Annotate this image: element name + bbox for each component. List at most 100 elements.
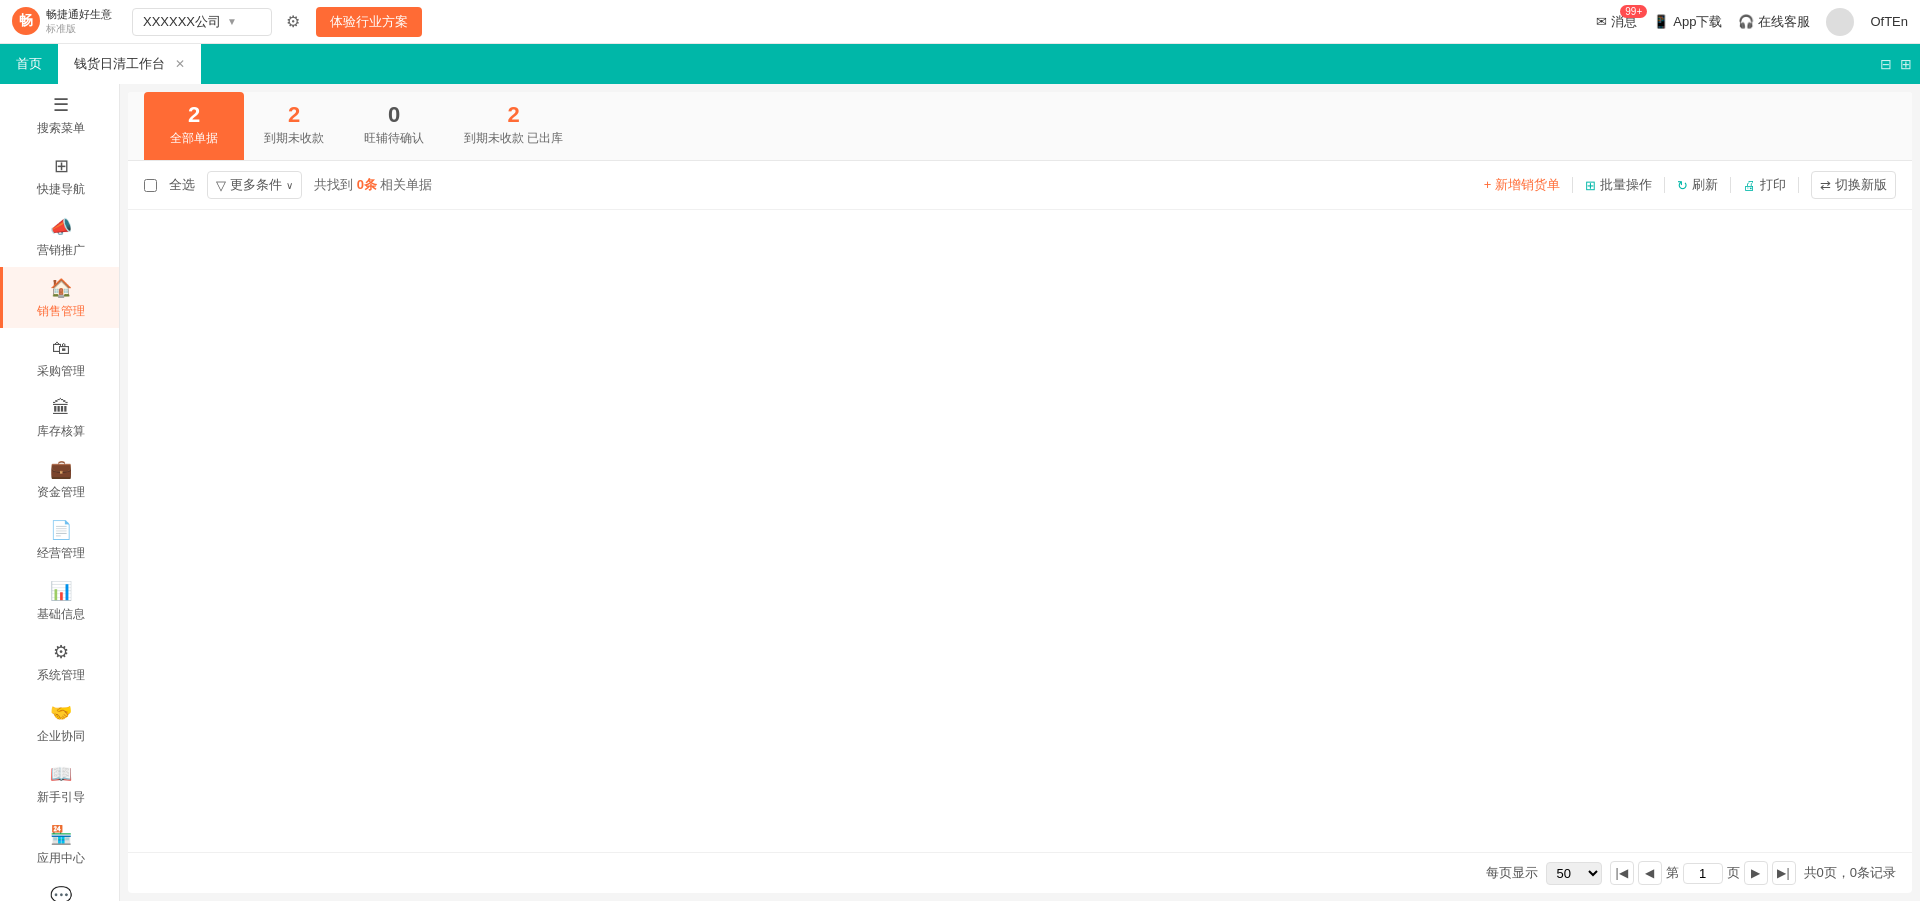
maximize-icon[interactable]: ⊞ (1900, 56, 1912, 72)
settings-button[interactable]: ⚙ (282, 8, 304, 35)
found-prefix: 共找到 (314, 177, 353, 192)
main-layout: ☰ 搜索菜单 ⊞ 快捷导航 📣 营销推广 🏠 销售管理 🛍 采购管理 🏛 库存核… (0, 84, 1920, 901)
refresh-icon: ↻ (1677, 178, 1688, 193)
phone-icon: 📱 (1653, 14, 1669, 29)
logo-area: 畅 畅捷通好生意 标准版 (12, 7, 132, 35)
select-all-checkbox[interactable] (144, 179, 157, 192)
sidebar-item-cooperation[interactable]: 🤝 企业协同 (0, 692, 119, 753)
basic-icon: 📊 (50, 580, 72, 602)
sidebar-item-finance[interactable]: 💼 资金管理 (0, 448, 119, 509)
filter-icon: ▽ (216, 178, 226, 193)
message-badge: 99+ (1620, 5, 1647, 18)
stat-pending-label: 旺辅待确认 (364, 130, 424, 147)
stat-tab-all[interactable]: 2 全部单据 (144, 92, 244, 160)
filter-btn[interactable]: ▽ 更多条件 ∨ (207, 171, 302, 199)
stat-tab-overdue[interactable]: 2 到期未收款 (244, 92, 344, 160)
sidebar-item-inventory[interactable]: 🏛 库存核算 (0, 388, 119, 448)
page-nav: |◀ ◀ 第 页 ▶ ▶| (1610, 861, 1796, 885)
stat-overdue-label: 到期未收款 (264, 130, 324, 147)
app-name: 畅捷通好生意 (46, 7, 112, 21)
first-page-btn[interactable]: |◀ (1610, 861, 1634, 885)
tab-home[interactable]: 首页 (0, 44, 58, 84)
sidebar-item-operation[interactable]: 📄 经营管理 (0, 509, 119, 570)
sidebar-item-basic[interactable]: 📊 基础信息 (0, 570, 119, 631)
quick-nav-icon: ⊞ (54, 155, 69, 177)
tab-workbench[interactable]: 钱货日清工作台 ✕ (58, 44, 201, 84)
cooperation-label: 企业协同 (37, 728, 85, 745)
sidebar-item-guide[interactable]: 📖 新手引导 (0, 753, 119, 814)
trial-btn[interactable]: 体验行业方案 (316, 7, 422, 37)
stat-shipped-label: 到期未收款 已出库 (464, 130, 563, 147)
sidebar-item-marketing[interactable]: 📣 营销推广 (0, 206, 119, 267)
found-suffix: 相关单据 (380, 177, 432, 192)
pagination: 每页显示 50 100 200 |◀ ◀ 第 页 ▶ ▶| 共0页，0条记录 (128, 852, 1912, 893)
sales-label: 销售管理 (37, 303, 85, 320)
switch-icon: ⇄ (1820, 178, 1831, 193)
messages-btn[interactable]: ✉ 消息 99+ (1596, 13, 1637, 31)
app-download-btn[interactable]: 📱 App下载 (1653, 13, 1722, 31)
sidebar-item-appstore[interactable]: 🏪 应用中心 (0, 814, 119, 875)
filter-label: 更多条件 (230, 176, 282, 194)
sidebar-item-sales[interactable]: 🏠 销售管理 (0, 267, 119, 328)
stats-bar: 2 全部单据 2 到期未收款 0 旺辅待确认 2 到期未收款 已出库 (128, 92, 1912, 161)
company-dropdown-arrow: ▼ (227, 16, 237, 27)
tab-bar-right: ⊟ ⊞ (1880, 56, 1920, 72)
stat-tab-shipped[interactable]: 2 到期未收款 已出库 (444, 92, 583, 160)
cooperation-icon: 🤝 (50, 702, 72, 724)
add-sales-order-btn[interactable]: + 新增销货单 (1484, 176, 1560, 194)
user-name[interactable]: OfTEn (1870, 14, 1908, 29)
sidebar-item-system[interactable]: ⚙ 系统管理 (0, 631, 119, 692)
marketing-label: 营销推广 (37, 242, 85, 259)
message-icon: ✉ (1596, 14, 1607, 29)
sidebar-item-quick-nav[interactable]: ⊞ 快捷导航 (0, 145, 119, 206)
per-page-select[interactable]: 50 100 200 (1546, 862, 1602, 885)
divider-3 (1730, 177, 1731, 193)
avatar[interactable] (1826, 8, 1854, 36)
total-info: 共0页，0条记录 (1804, 864, 1896, 882)
purchase-label: 采购管理 (37, 363, 85, 380)
last-page-btn[interactable]: ▶| (1772, 861, 1796, 885)
print-btn[interactable]: 🖨 打印 (1743, 176, 1786, 194)
content-inner: 2 全部单据 2 到期未收款 0 旺辅待确认 2 到期未收款 已出库 (128, 92, 1912, 893)
refresh-btn[interactable]: ↻ 刷新 (1677, 176, 1718, 194)
switch-new-version-btn[interactable]: ⇄ 切换新版 (1811, 171, 1896, 199)
prev-page-btn[interactable]: ◀ (1638, 861, 1662, 885)
company-selector[interactable]: XXXXXX公司 ▼ (132, 8, 272, 36)
inventory-icon: 🏛 (52, 398, 70, 419)
stat-overdue-num: 2 (288, 102, 300, 128)
quick-nav-label: 快捷导航 (37, 181, 85, 198)
headset-icon: 🎧 (1738, 14, 1754, 29)
sidebar-item-purchase[interactable]: 🛍 采购管理 (0, 328, 119, 388)
filter-arrow: ∨ (286, 180, 293, 191)
batch-operation-btn[interactable]: ⊞ 批量操作 (1585, 176, 1652, 194)
inventory-label: 库存核算 (37, 423, 85, 440)
finance-label: 资金管理 (37, 484, 85, 501)
guide-label: 新手引导 (37, 789, 85, 806)
basic-label: 基础信息 (37, 606, 85, 623)
found-count: 0条 (357, 177, 377, 192)
page-of-label: 页 (1727, 864, 1740, 882)
workbench-tab-label: 钱货日清工作台 (74, 55, 165, 73)
appstore-icon: 🏪 (50, 824, 72, 846)
sidebar-item-search[interactable]: ☰ 搜索菜单 (0, 84, 119, 145)
online-service-btn[interactable]: 🎧 在线客服 (1738, 13, 1810, 31)
stat-tab-pending[interactable]: 0 旺辅待确认 (344, 92, 444, 160)
divider-2 (1664, 177, 1665, 193)
company-name: XXXXXX公司 (143, 13, 221, 31)
divider-1 (1572, 177, 1573, 193)
guide-icon: 📖 (50, 763, 72, 785)
finance-icon: 💼 (50, 458, 72, 480)
divider-4 (1798, 177, 1799, 193)
found-text: 共找到 0条 相关单据 (314, 176, 432, 194)
operation-label: 经营管理 (37, 545, 85, 562)
page-input[interactable] (1683, 863, 1723, 884)
per-page-label: 每页显示 (1486, 864, 1538, 882)
tab-bar: 首页 钱货日清工作台 ✕ ⊟ ⊞ (0, 44, 1920, 84)
minimize-icon[interactable]: ⊟ (1880, 56, 1892, 72)
close-tab-icon[interactable]: ✕ (175, 57, 185, 71)
marketing-icon: 📣 (50, 216, 72, 238)
select-all-label: 全选 (169, 176, 195, 194)
appstore-label: 应用中心 (37, 850, 85, 867)
sidebar-item-wechat[interactable]: 💬 企业微信 (0, 875, 119, 901)
next-page-btn[interactable]: ▶ (1744, 861, 1768, 885)
